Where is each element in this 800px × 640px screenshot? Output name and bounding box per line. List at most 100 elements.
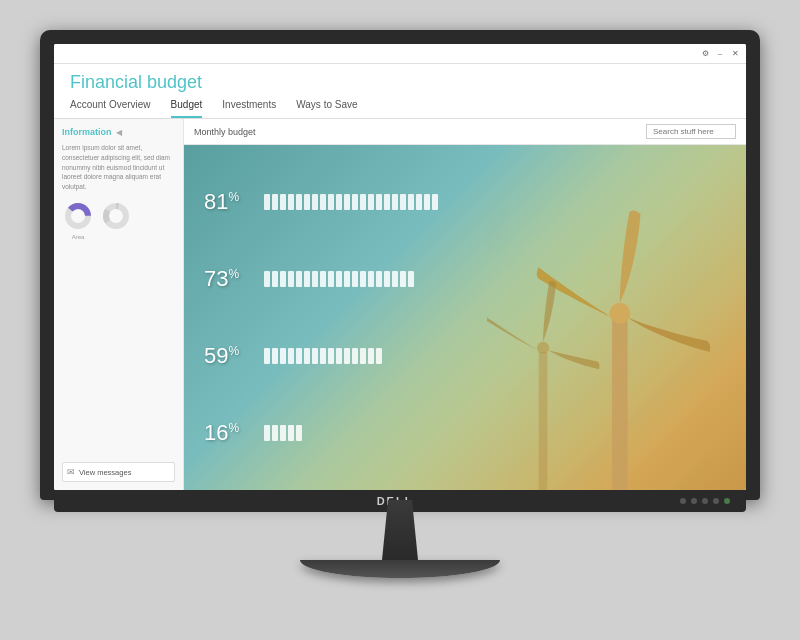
title-bar: ⚙ – ✕ [54, 44, 746, 64]
bar-segment [296, 425, 302, 441]
bar-segment [280, 348, 286, 364]
nav-ways-to-save[interactable]: Ways to Save [296, 99, 357, 118]
bar-row-2: 73% [204, 266, 726, 292]
bar-percent-3: 59% [204, 343, 256, 369]
bar-segment [336, 348, 342, 364]
main-content: Monthly budget [184, 119, 746, 490]
section-title: Monthly budget [194, 127, 256, 137]
bar-segment [288, 425, 294, 441]
monitor-button-2[interactable] [691, 498, 697, 504]
bar-percent-2: 73% [204, 266, 256, 292]
bar-segment [352, 348, 358, 364]
app-title: Financial budget [70, 72, 730, 93]
sidebar: Information ◀ Lorem ipsum dolor sit amet… [54, 119, 184, 490]
close-button[interactable]: ✕ [730, 49, 740, 59]
bar-segment [352, 194, 358, 210]
bar-row-1: 81% [204, 189, 726, 215]
bar-segment [264, 271, 270, 287]
bar-segment [368, 348, 374, 364]
screen: ⚙ – ✕ Financial budget Account Overview … [54, 44, 746, 490]
bar-row-3: 59% [204, 343, 726, 369]
bar-segment [376, 271, 382, 287]
bar-segment [296, 348, 302, 364]
nav-budget[interactable]: Budget [171, 99, 203, 118]
power-button[interactable] [724, 498, 730, 504]
bar-segment [368, 271, 374, 287]
bar-track-4 [264, 425, 302, 441]
bar-segment [320, 194, 326, 210]
bar-segment [400, 194, 406, 210]
main-toolbar: Monthly budget [184, 119, 746, 145]
bar-segment [264, 348, 270, 364]
bar-segment [344, 348, 350, 364]
bar-segment [344, 194, 350, 210]
bar-segment [360, 348, 366, 364]
donut-svg-2 [100, 200, 132, 232]
bar-segment [320, 348, 326, 364]
bar-segment [288, 348, 294, 364]
settings-icon[interactable]: ⚙ [700, 49, 710, 59]
view-messages-button[interactable]: ✉ View messages [62, 462, 175, 482]
bar-segment [304, 271, 310, 287]
nav-account-overview[interactable]: Account Overview [70, 99, 151, 118]
bar-segment [280, 194, 286, 210]
bar-segment [328, 194, 334, 210]
bar-segment [288, 271, 294, 287]
bar-segment [352, 271, 358, 287]
bar-segment [264, 425, 270, 441]
sidebar-body-text: Lorem ipsum dolor sit amet, consectetuer… [62, 143, 175, 192]
nav-investments[interactable]: Investments [222, 99, 276, 118]
donut-chart-1: Area [62, 200, 94, 240]
app-body: Information ◀ Lorem ipsum dolor sit amet… [54, 119, 746, 490]
bar-segment [408, 271, 414, 287]
bar-segment [328, 348, 334, 364]
bar-segment [272, 348, 278, 364]
bar-segment [272, 425, 278, 441]
app-header: Financial budget Account Overview Budget… [54, 64, 746, 119]
mail-icon: ✉ [67, 467, 75, 477]
bar-segment [280, 271, 286, 287]
bar-percent-4: 16% [204, 420, 256, 446]
bar-segment [360, 194, 366, 210]
bar-segment [392, 194, 398, 210]
app-container: Financial budget Account Overview Budget… [54, 64, 746, 490]
bar-segment [280, 425, 286, 441]
bar-segment [432, 194, 438, 210]
bar-segment [336, 194, 342, 210]
view-messages-label: View messages [79, 468, 131, 477]
title-bar-controls: ⚙ – ✕ [700, 49, 740, 59]
bar-track-1 [264, 194, 438, 210]
bar-segment [296, 271, 302, 287]
monitor: ⚙ – ✕ Financial budget Account Overview … [40, 30, 760, 610]
bar-segment [376, 194, 382, 210]
bar-segment [416, 194, 422, 210]
bar-segment [384, 271, 390, 287]
bar-segment [312, 348, 318, 364]
bar-segment [392, 271, 398, 287]
bar-segment [360, 271, 366, 287]
hero-area: 81% 73% 59% [184, 145, 746, 490]
bar-track-2 [264, 271, 414, 287]
bar-segment [264, 194, 270, 210]
monitor-stand-base [300, 560, 500, 578]
bar-segment [376, 348, 382, 364]
bar-segment [368, 194, 374, 210]
bar-segment [312, 271, 318, 287]
monitor-body: ⚙ – ✕ Financial budget Account Overview … [40, 30, 760, 500]
bar-segment [288, 194, 294, 210]
bar-segment [384, 194, 390, 210]
bar-segment [400, 271, 406, 287]
bar-segment [328, 271, 334, 287]
bar-segment [336, 271, 342, 287]
nav-bar: Account Overview Budget Investments Ways… [70, 99, 730, 118]
info-arrow-icon: ◀ [116, 128, 122, 137]
info-label: Information [62, 127, 112, 137]
bar-segment [344, 271, 350, 287]
monitor-buttons [680, 498, 730, 504]
monitor-button-4[interactable] [713, 498, 719, 504]
search-input[interactable] [646, 124, 736, 139]
bar-percent-1: 81% [204, 189, 256, 215]
monitor-button-1[interactable] [680, 498, 686, 504]
minimize-button[interactable]: – [715, 49, 725, 59]
monitor-button-3[interactable] [702, 498, 708, 504]
